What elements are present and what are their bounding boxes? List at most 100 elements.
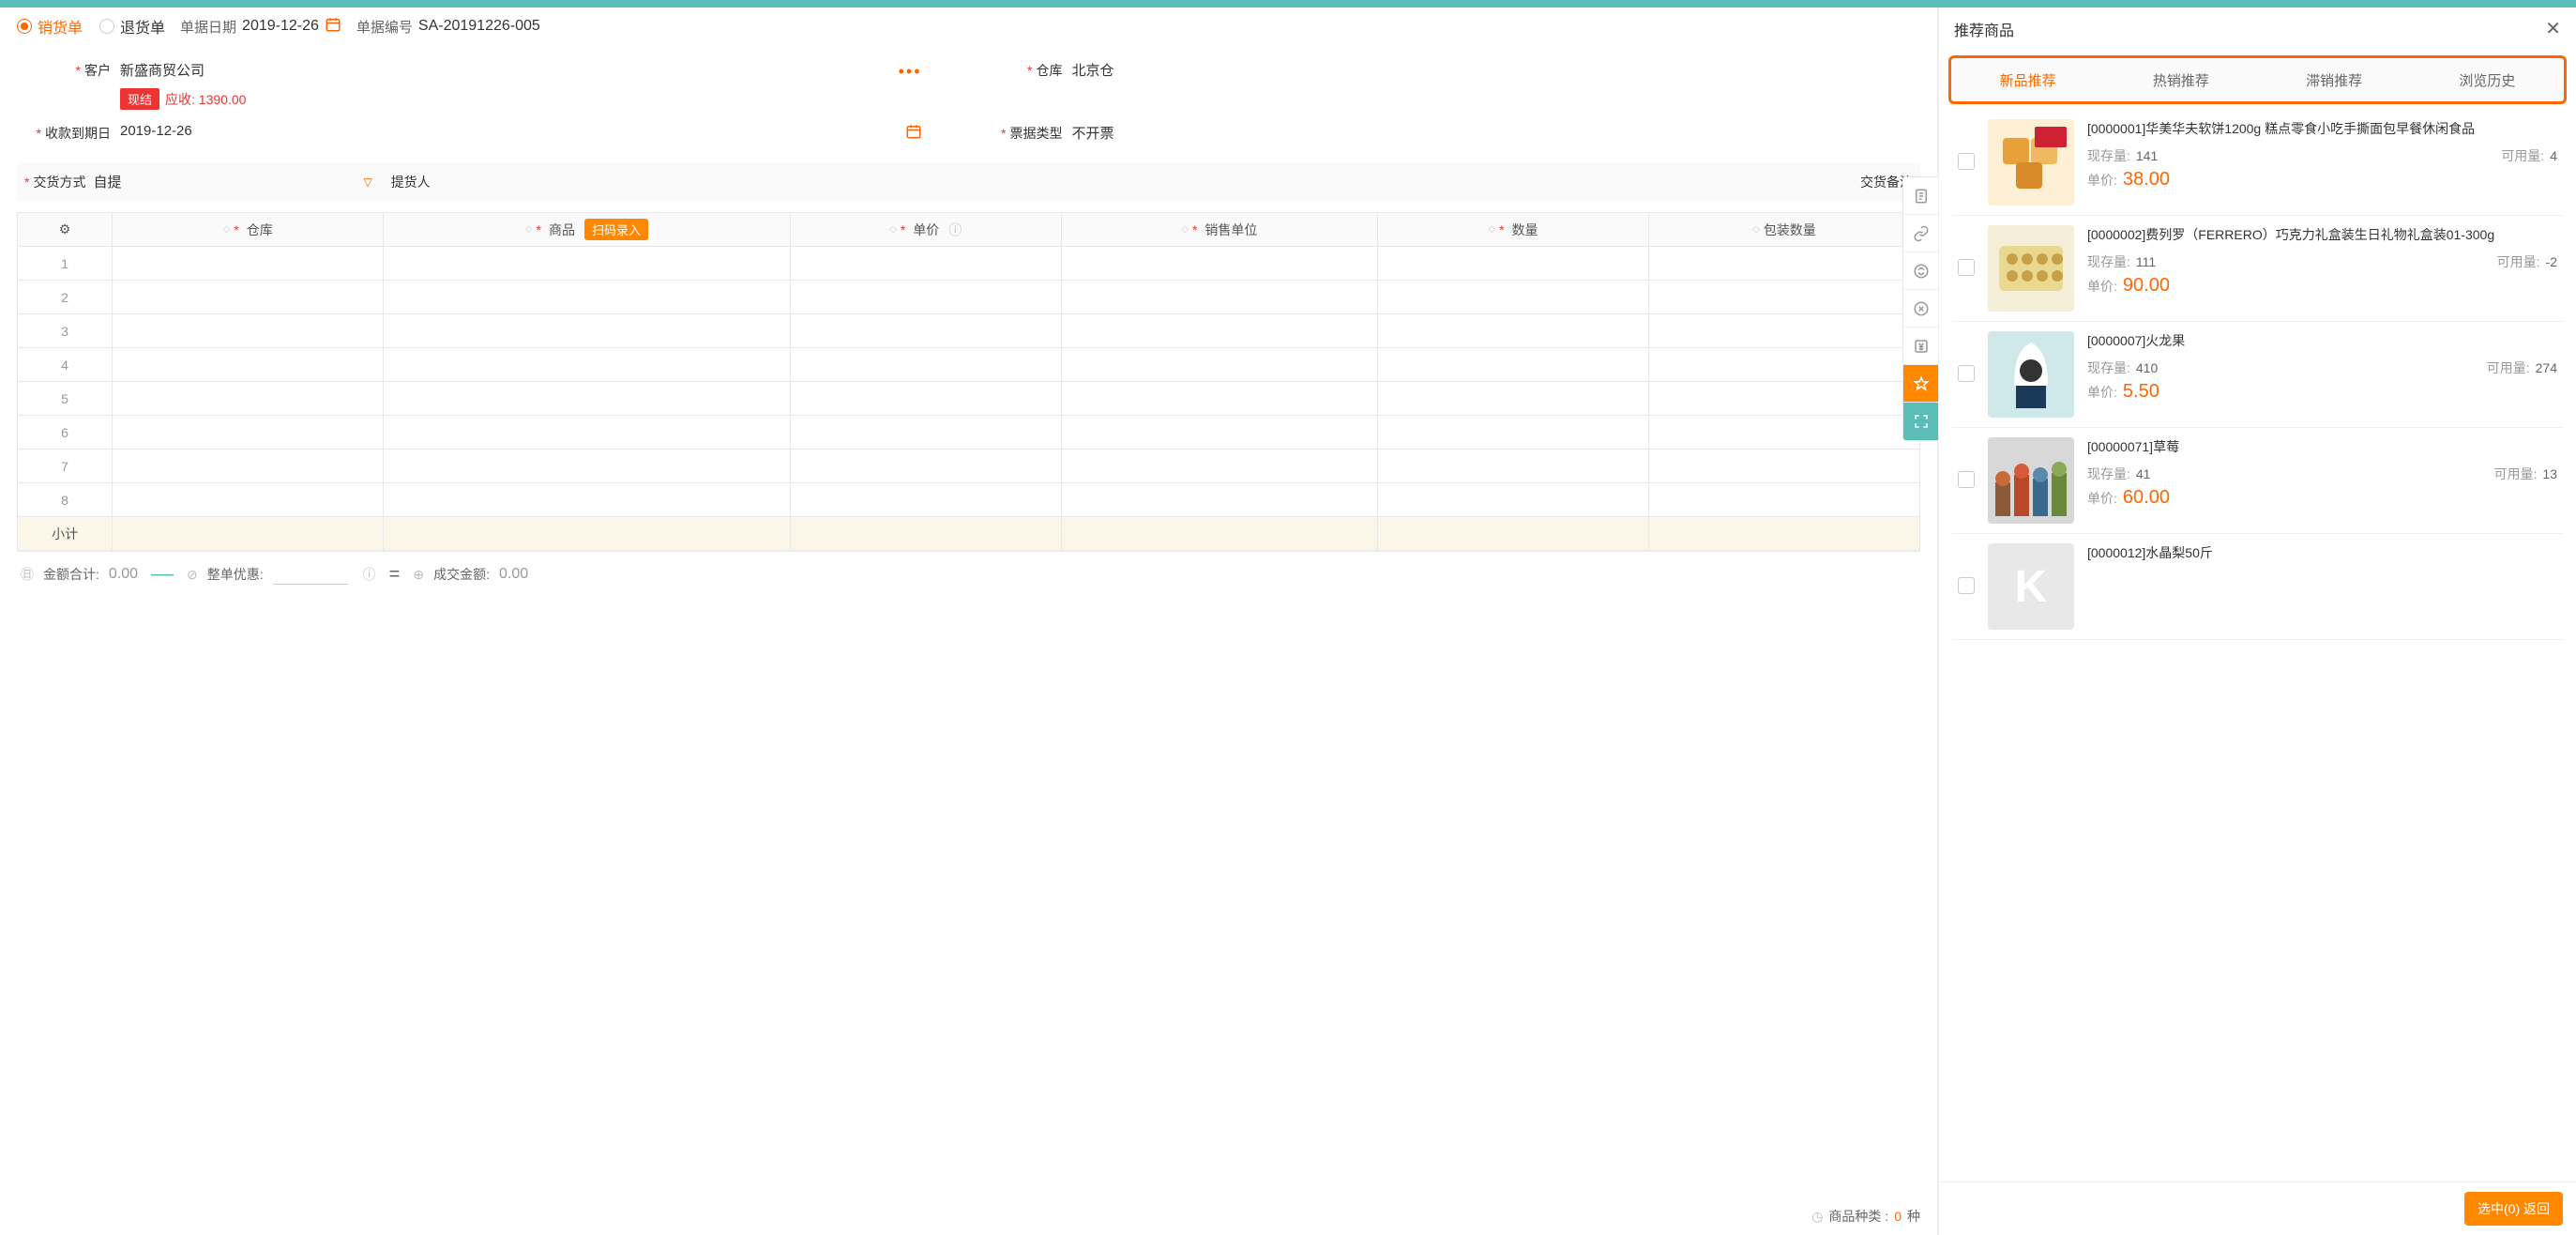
picker-label: 提货人	[391, 173, 431, 191]
col-product[interactable]: ◇*商品扫码录入	[384, 213, 791, 247]
tab-slow[interactable]: 滞销推荐	[2258, 58, 2411, 101]
table-row[interactable]: 1	[18, 247, 1920, 281]
product-checkbox[interactable]	[1958, 153, 1975, 170]
invoice-type-field: *票据类型 不开票	[969, 115, 1921, 151]
close-icon[interactable]: ✕	[2545, 17, 2561, 40]
side-swap-icon[interactable]	[1903, 252, 1938, 290]
price-value: 90.00	[2123, 275, 2170, 296]
tab-return[interactable]: 退货单	[99, 15, 165, 38]
table-row[interactable]: 3	[18, 314, 1920, 348]
col-price[interactable]: ◇*单价ⓘ	[790, 213, 1061, 247]
col-unit[interactable]: ◇*销售单位	[1061, 213, 1377, 247]
amount-total-value: 0.00	[109, 566, 138, 583]
product-title: [0000001]华美华夫软饼1200g 糕点零食小吃手撕面包早餐休闲食品	[2087, 119, 2557, 139]
deal-amount-label: 成交金额:	[433, 565, 490, 584]
doc-no-label: 单据编号	[356, 17, 413, 37]
settle-badge: 现结	[120, 88, 159, 110]
product-title: [0000007]火龙果	[2087, 331, 2557, 351]
invoice-type-input[interactable]: 不开票	[1072, 121, 1884, 145]
table-row[interactable]: 4	[18, 348, 1920, 382]
product-thumbnail	[1988, 119, 2074, 206]
product-item[interactable]: K [0000012]水晶梨50斤	[1952, 534, 2563, 640]
avail-value: 13	[2542, 466, 2557, 481]
side-doc-icon[interactable]	[1903, 177, 1938, 215]
yen-icon: ㊐	[21, 565, 34, 584]
product-count-value: 0	[1894, 1209, 1902, 1224]
product-title: [00000071]草莓	[2087, 437, 2557, 457]
tab-new[interactable]: 新品推荐	[1951, 58, 2104, 101]
product-info: [0000007]火龙果 现存量:410 可用量:274 单价:5.50	[2087, 331, 2557, 406]
delivery-bar: *交货方式 自提 ▽ 提货人 交货备注	[17, 162, 1920, 201]
form-grid: *客户 新盛商贸公司 ••• 现结 应收: 1390.00 *仓库 北京仓 *收…	[17, 53, 1920, 151]
calendar-icon[interactable]	[905, 123, 922, 145]
col-settings[interactable]: ⚙	[18, 213, 113, 247]
side-star-icon[interactable]	[1903, 365, 1938, 403]
chevron-down-icon[interactable]: ▽	[363, 175, 371, 189]
recommend-title: 推荐商品	[1954, 18, 2014, 40]
delivery-method-input[interactable]: 自提	[93, 172, 243, 191]
product-info: [0000002]费列罗（FERRERO）巧克力礼盒装生日礼物礼盒装01-300…	[2087, 225, 2557, 300]
receivable-label: 应收:	[165, 92, 195, 107]
row-number: 2	[18, 281, 113, 314]
due-date-input[interactable]: 2019-12-26	[120, 121, 932, 142]
product-thumbnail	[1988, 331, 2074, 418]
col-warehouse[interactable]: ◇*仓库	[113, 213, 384, 247]
avail-value: 4	[2550, 148, 2557, 163]
side-expand-icon[interactable]	[1903, 403, 1938, 440]
price-value: 38.00	[2123, 169, 2170, 190]
row-number: 8	[18, 483, 113, 517]
stock-value: 111	[2136, 254, 2156, 269]
count-icon: ◷	[1811, 1209, 1823, 1225]
help-icon[interactable]: ⓘ	[363, 565, 376, 584]
product-item[interactable]: [0000002]费列罗（FERRERO）巧克力礼盒装生日礼物礼盒装01-300…	[1952, 216, 2563, 322]
product-info: [00000071]草莓 现存量:41 可用量:13 单价:60.00	[2087, 437, 2557, 512]
row-number: 4	[18, 348, 113, 382]
discount-input[interactable]	[273, 564, 348, 585]
deal-amount-value: 0.00	[499, 566, 528, 583]
doc-date-label: 单据日期	[180, 17, 236, 37]
tab-history[interactable]: 浏览历史	[2411, 58, 2564, 101]
product-item[interactable]: [0000001]华美华夫软饼1200g 糕点零食小吃手撕面包早餐休闲食品 现存…	[1952, 110, 2563, 216]
product-checkbox[interactable]	[1958, 365, 1975, 382]
product-thumbnail	[1988, 225, 2074, 312]
doc-date-value[interactable]: 2019-12-26	[242, 18, 319, 35]
col-pack[interactable]: ◇包装数量	[1648, 213, 1919, 247]
more-icon[interactable]: •••	[899, 62, 922, 82]
calendar-icon[interactable]	[325, 16, 341, 38]
delivery-method-field: *交货方式 自提 ▽	[24, 172, 372, 191]
select-return-button[interactable]: 选中(0) 返回	[2464, 1192, 2563, 1226]
table-row[interactable]: 5	[18, 382, 1920, 416]
product-checkbox[interactable]	[1958, 577, 1975, 594]
warehouse-label: 仓库	[1037, 63, 1063, 78]
row-number: 7	[18, 450, 113, 483]
table-row[interactable]: 7	[18, 450, 1920, 483]
amount-total-label: 金额合计:	[43, 565, 99, 584]
product-checkbox[interactable]	[1958, 259, 1975, 276]
product-checkbox[interactable]	[1958, 471, 1975, 488]
side-link-icon[interactable]	[1903, 215, 1938, 252]
tab-sales[interactable]: 销货单	[17, 15, 83, 38]
product-count-label: 商品种类 :	[1828, 1207, 1888, 1226]
help-icon[interactable]: ⓘ	[948, 221, 962, 239]
table-row[interactable]: 8	[18, 483, 1920, 517]
customer-label: 客户	[84, 63, 111, 78]
subtotal-label: 小计	[18, 517, 113, 551]
customer-input[interactable]: 新盛商贸公司	[120, 58, 932, 83]
side-yen-icon[interactable]	[1903, 328, 1938, 365]
warehouse-input[interactable]: 北京仓	[1072, 58, 1884, 83]
subtotal-row: 小计	[18, 517, 1920, 551]
col-qty[interactable]: ◇*数量	[1377, 213, 1648, 247]
price-value: 5.50	[2123, 381, 2159, 402]
table-row[interactable]: 6	[18, 416, 1920, 450]
product-item[interactable]: [0000007]火龙果 现存量:410 可用量:274 单价:5.50	[1952, 322, 2563, 428]
tab-hot[interactable]: 热销推荐	[2104, 58, 2257, 101]
top-bar	[0, 0, 2576, 8]
receivable-value: 1390.00	[199, 92, 247, 107]
scan-button[interactable]: 扫码录入	[584, 219, 648, 240]
due-date-label: 收款到期日	[45, 126, 111, 141]
product-item[interactable]: [00000071]草莓 现存量:41 可用量:13 单价:60.00	[1952, 428, 2563, 534]
app-container: 销货单 退货单 单据日期 2019-12-26 单据编号 SA-20191226…	[0, 8, 2576, 1235]
table-row[interactable]: 2	[18, 281, 1920, 314]
side-clear-icon[interactable]	[1903, 290, 1938, 328]
doc-no-value: SA-20191226-005	[418, 18, 540, 35]
